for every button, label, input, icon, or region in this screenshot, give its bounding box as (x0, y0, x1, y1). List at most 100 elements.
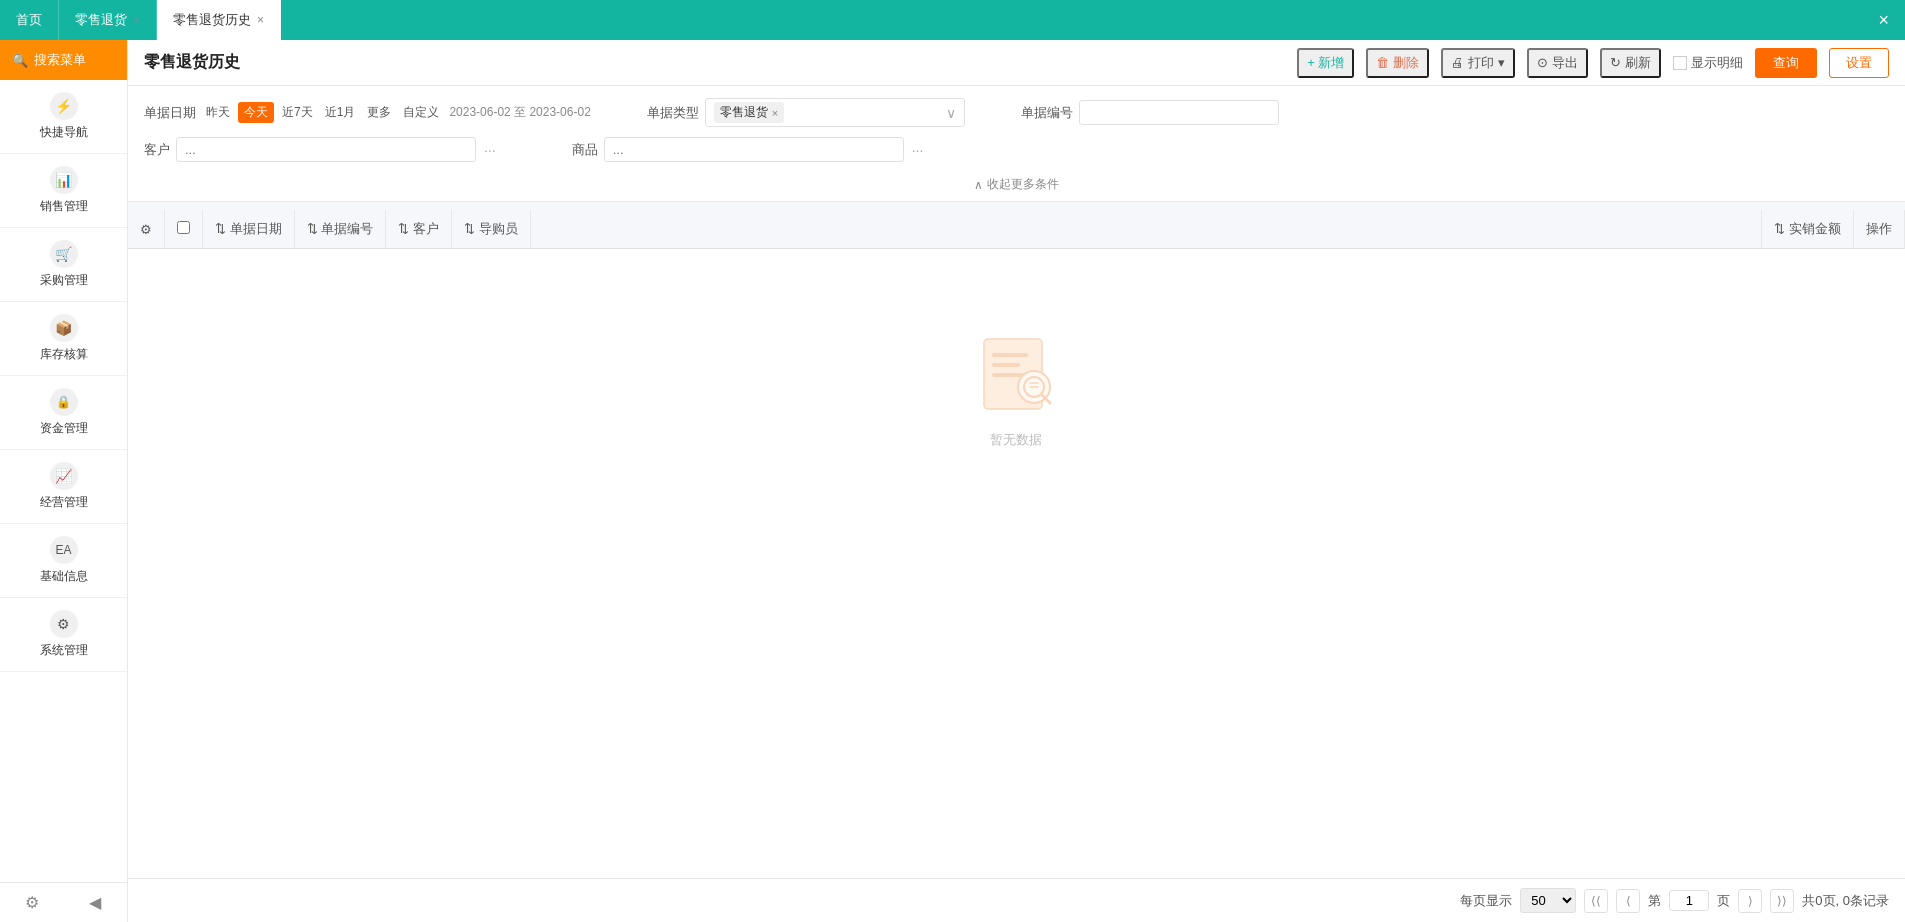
page-word: 第 (1648, 892, 1661, 910)
th-customer-sort: ⇅ (398, 221, 413, 236)
display-detail-checkbox[interactable] (1673, 56, 1687, 70)
date-btn-more[interactable]: 更多 (363, 102, 395, 123)
sidebar-item-finance-label: 资金管理 (40, 420, 88, 437)
empty-state: 暂无数据 (128, 249, 1905, 529)
th-settings[interactable]: ⚙ (128, 210, 165, 249)
th-doc-no[interactable]: ⇅ 单据编号 (294, 210, 386, 249)
page-number-input[interactable] (1669, 890, 1709, 911)
tab-retail-return-close[interactable]: × (133, 13, 140, 27)
window-close-button[interactable]: × (1862, 0, 1905, 40)
setting-button[interactable]: 设置 (1829, 48, 1889, 78)
tab-retail-return-history[interactable]: 零售退货历史 × (157, 0, 281, 40)
query-button[interactable]: 查询 (1755, 48, 1817, 78)
th-guide-sort: ⇅ (464, 221, 479, 236)
select-all-checkbox[interactable] (177, 221, 190, 234)
sidebar-item-purchase-mgmt[interactable]: 🛒 采购管理 (0, 228, 127, 302)
finance-icon: 🔒 (50, 388, 78, 416)
sales-mgmt-icon: 📊 (50, 166, 78, 194)
collapse-row: ∧ 收起更多条件 (144, 172, 1889, 201)
date-btn-custom[interactable]: 自定义 (399, 102, 443, 123)
goods-input[interactable] (604, 137, 904, 162)
base-info-icon: EA (50, 536, 78, 564)
sidebar-item-inventory[interactable]: 📦 库存核算 (0, 302, 127, 376)
empty-text: 暂无数据 (990, 431, 1042, 449)
sidebar-item-finance[interactable]: 🔒 资金管理 (0, 376, 127, 450)
date-btn-today[interactable]: 今天 (238, 102, 274, 123)
goods-input-more[interactable]: ··· (912, 142, 924, 158)
date-filter-item: 单据日期 昨天 今天 近7天 近1月 更多 自定义 2023-06-02 至 2… (144, 102, 591, 123)
sidebar-item-operations[interactable]: 📈 经营管理 (0, 450, 127, 524)
tab-retail-return-history-label: 零售退货历史 (173, 11, 251, 29)
th-doc-date[interactable]: ⇅ 单据日期 (203, 210, 295, 249)
th-doc-date-label: ⇅ (215, 221, 230, 236)
page-label: 页 (1717, 892, 1730, 910)
customer-input[interactable] (176, 137, 476, 162)
customer-label: 客户 (144, 141, 170, 159)
page-header: 零售退货历史 + 新增 🗑 删除 🖨 打印 ▾ ⊙ 导出 ↻ 刷新 (128, 40, 1905, 86)
table-body: 暂无数据 (128, 249, 1905, 530)
export-icon: ⊙ (1537, 55, 1548, 70)
goods-filter-item: 商品 ··· (572, 137, 924, 162)
page-next-btn[interactable]: ⟩ (1738, 889, 1762, 913)
svg-rect-2 (992, 363, 1020, 367)
page-prev-btn[interactable]: ⟨ (1616, 889, 1640, 913)
sidebar-item-sales-label: 销售管理 (40, 198, 88, 215)
header-actions: + 新增 🗑 删除 🖨 打印 ▾ ⊙ 导出 ↻ 刷新 显示明细 (1297, 48, 1889, 78)
th-customer[interactable]: ⇅ 客户 (386, 210, 452, 249)
doc-type-tag: 零售退货 × (714, 102, 784, 123)
date-btn-yesterday[interactable]: 昨天 (202, 102, 234, 123)
export-button[interactable]: ⊙ 导出 (1527, 48, 1588, 78)
delete-button[interactable]: 🗑 删除 (1366, 48, 1429, 78)
sidebar-collapse-btn[interactable]: ◀ (64, 883, 128, 922)
per-page-label: 每页显示 (1460, 892, 1512, 910)
th-amount[interactable]: ⇅ 实销金额 (1762, 210, 1854, 249)
display-detail: 显示明细 (1673, 54, 1743, 72)
print-button[interactable]: 🖨 打印 ▾ (1441, 48, 1515, 78)
customer-input-more[interactable]: ··· (484, 142, 496, 158)
th-checkbox[interactable] (165, 210, 203, 249)
date-range-text: 2023-06-02 至 2023-06-02 (449, 104, 590, 121)
date-filter-label: 单据日期 (144, 104, 196, 122)
page-first-btn[interactable]: ⟨⟨ (1584, 889, 1608, 913)
doc-no-filter-item: 单据编号 (1021, 100, 1279, 125)
sidebar-item-sys-mgmt[interactable]: ⚙ 系统管理 (0, 598, 127, 672)
th-amount-sort: ⇅ (1774, 221, 1789, 236)
doc-type-input[interactable]: 零售退货 × ∨ (705, 98, 965, 127)
date-btn-7days[interactable]: 近7天 (278, 102, 317, 123)
th-doc-no-sort: ⇅ (307, 221, 322, 236)
sys-mgmt-icon: ⚙ (50, 610, 78, 638)
doc-type-dropdown-icon[interactable]: ∨ (946, 105, 956, 121)
sidebar-item-sales-mgmt[interactable]: 📊 销售管理 (0, 154, 127, 228)
add-button[interactable]: + 新增 (1297, 48, 1354, 78)
tab-retail-return[interactable]: 零售退货 × (59, 0, 157, 40)
tab-home-label: 首页 (16, 11, 42, 29)
tab-retail-return-history-close[interactable]: × (257, 13, 264, 27)
th-spacer (530, 210, 1762, 249)
sidebar-item-quick-nav[interactable]: ⚡ 快捷导航 (0, 80, 127, 154)
page-last-btn[interactable]: ⟩⟩ (1770, 889, 1794, 913)
content-area: 零售退货历史 + 新增 🗑 删除 🖨 打印 ▾ ⊙ 导出 ↻ 刷新 (128, 40, 1905, 922)
doc-type-tag-text: 零售退货 (720, 104, 768, 121)
collapse-btn[interactable]: ∧ 收起更多条件 (974, 176, 1059, 193)
sidebar-search[interactable]: 🔍 搜索菜单 (0, 40, 127, 80)
doc-no-label: 单据编号 (1021, 104, 1073, 122)
doc-no-input[interactable] (1079, 100, 1279, 125)
doc-type-filter-item: 单据类型 零售退货 × ∨ (647, 98, 965, 127)
filter-row-1: 单据日期 昨天 今天 近7天 近1月 更多 自定义 2023-06-02 至 2… (144, 98, 1889, 127)
sidebar-search-label: 搜索菜单 (34, 51, 86, 69)
sidebar-item-operations-label: 经营管理 (40, 494, 88, 511)
tab-home[interactable]: 首页 (0, 0, 59, 40)
per-page-select[interactable]: 10 20 50 100 (1520, 888, 1576, 913)
sidebar-item-base-info[interactable]: EA 基础信息 (0, 524, 127, 598)
collapse-label: 收起更多条件 (987, 176, 1059, 193)
empty-icon (966, 329, 1066, 419)
sidebar-settings-btn[interactable]: ⚙ (0, 883, 64, 922)
filter-area: 单据日期 昨天 今天 近7天 近1月 更多 自定义 2023-06-02 至 2… (128, 86, 1905, 202)
date-btn-1month[interactable]: 近1月 (321, 102, 360, 123)
sidebar-item-sys-label: 系统管理 (40, 642, 88, 659)
doc-type-tag-close[interactable]: × (772, 107, 778, 119)
print-icon: 🖨 (1451, 55, 1464, 70)
total-pages-text: 共0页, 0条记录 (1802, 892, 1889, 910)
refresh-button[interactable]: ↻ 刷新 (1600, 48, 1661, 78)
th-guide[interactable]: ⇅ 导购员 (451, 210, 530, 249)
